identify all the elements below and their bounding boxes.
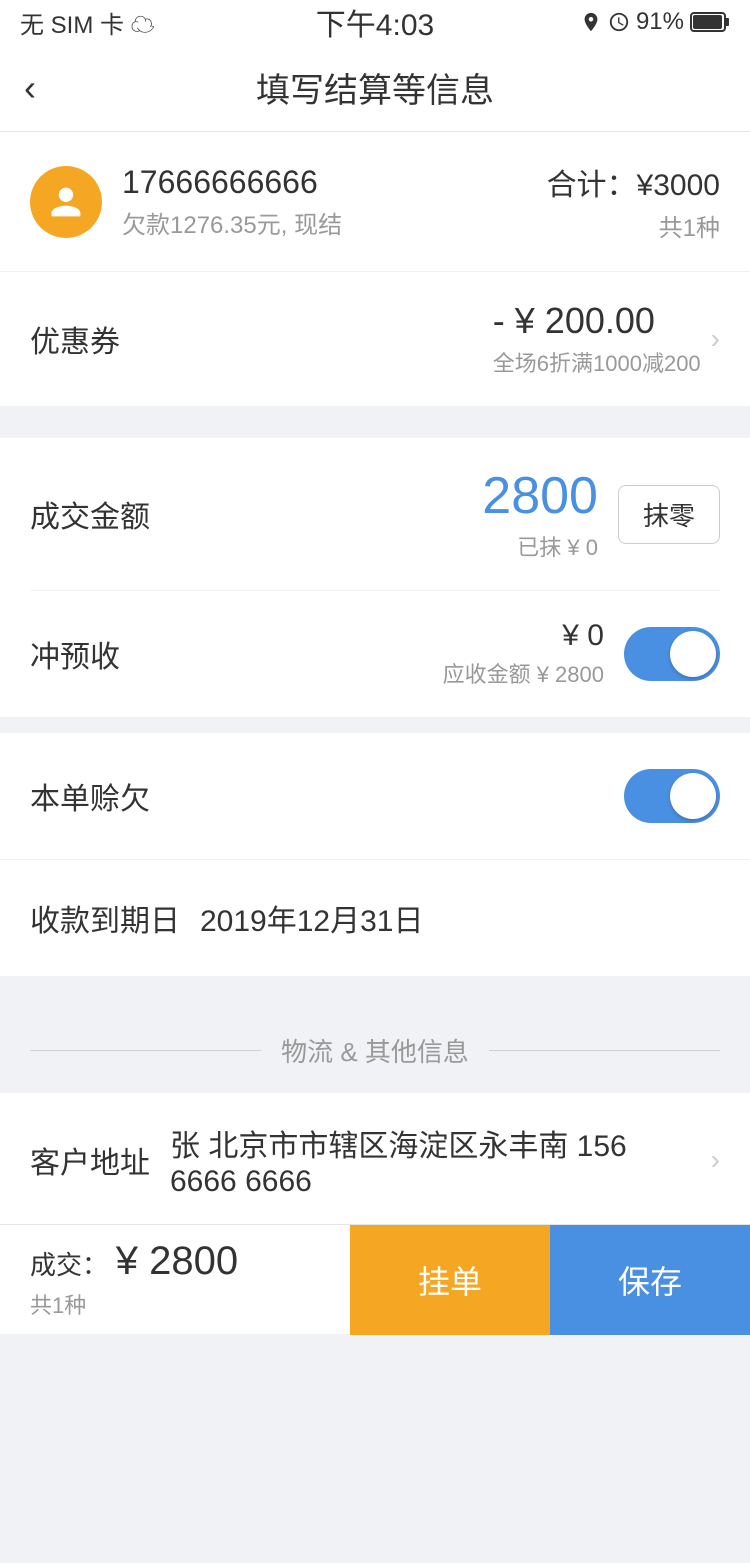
customer-count: 共1种 [547, 208, 720, 243]
amount-value: 2800 [482, 466, 598, 526]
logistics-label: 物流 & 其他信息 [281, 1032, 469, 1069]
due-date-row: 收款到期日 2019年12月31日 [0, 859, 750, 976]
address-label: 客户地址 [30, 1138, 150, 1182]
alarm-icon [608, 11, 630, 33]
coupon-amount: - ¥ 200.00 [493, 300, 701, 342]
customer-right: 合计：¥3000 共1种 [547, 160, 720, 243]
prereceive-right: ¥ 0 应收金额 ¥ 2800 [443, 619, 720, 689]
battery-icon [690, 11, 730, 33]
customer-debt: 欠款1276.35元, 现结 [122, 205, 342, 240]
save-button[interactable]: 保存 [550, 1225, 750, 1335]
chevron-right-icon: › [711, 1144, 720, 1176]
coupon-label: 优惠券 [30, 317, 120, 361]
prereceive-value: ¥ 0 [443, 619, 604, 653]
status-left: 无 SIM 卡 ☁ [20, 5, 155, 40]
customer-total: 合计：¥3000 [547, 160, 720, 204]
due-date-value: 2019年12月31日 [200, 896, 423, 940]
customer-card: 17666666666 欠款1276.35元, 现结 合计：¥3000 共1种 … [0, 132, 750, 406]
address-row[interactable]: 客户地址 张 北京市市辖区海淀区永丰南 156 6666 6666 › [0, 1093, 750, 1227]
nav-bar: ‹ 填写结算等信息 [0, 44, 750, 132]
prereceive-label: 冲预收 [30, 632, 120, 676]
due-date-label: 收款到期日 [30, 896, 180, 940]
header-line-right [489, 1050, 720, 1051]
bottom-summary: 成交： ¥ 2800 共1种 [0, 1239, 350, 1320]
customer-info: 17666666666 欠款1276.35元, 现结 [122, 164, 342, 240]
back-button[interactable]: ‹ [24, 67, 36, 109]
amount-label: 成交金额 [30, 492, 150, 536]
round-zero-button[interactable]: 抹零 [618, 485, 720, 544]
prereceive-sub: 应收金额 ¥ 2800 [443, 657, 604, 689]
debt-card: 本单赊欠 收款到期日 2019年12月31日 [0, 733, 750, 976]
chevron-right-icon: › [711, 323, 720, 355]
toggle-knob [670, 631, 716, 677]
amount-right: 2800 已抹 ¥ 0 抹零 [482, 466, 720, 562]
separator-3 [0, 992, 750, 1008]
amount-value-wrap: 2800 已抹 ¥ 0 [482, 466, 598, 562]
address-value: 张 北京市市辖区海淀区永丰南 156 6666 6666 [170, 1121, 691, 1199]
address-card: 客户地址 张 北京市市辖区海淀区永丰南 156 6666 6666 › [0, 1093, 750, 1227]
location-icon [580, 11, 602, 33]
avatar [30, 166, 102, 238]
debt-row: 本单赊欠 [0, 733, 750, 859]
bottom-deal-label: 成交： [30, 1250, 108, 1280]
prereceive-row: 冲预收 ¥ 0 应收金额 ¥ 2800 [0, 591, 750, 717]
amount-row: 成交金额 2800 已抹 ¥ 0 抹零 [30, 438, 720, 591]
customer-row: 17666666666 欠款1276.35元, 现结 合计：¥3000 共1种 [0, 132, 750, 271]
prereceive-value-wrap: ¥ 0 应收金额 ¥ 2800 [443, 619, 604, 689]
prereceive-toggle[interactable] [624, 627, 720, 681]
bottom-bar: 成交： ¥ 2800 共1种 挂单 保存 [0, 1224, 750, 1334]
no-sim-label: 无 SIM 卡 ☁ [20, 5, 155, 40]
logistics-section-header: 物流 & 其他信息 [0, 1008, 750, 1093]
coupon-row[interactable]: 优惠券 - ¥ 200.00 全场6折满1000减200 › [0, 271, 750, 406]
status-bar: 无 SIM 卡 ☁ 下午4:03 91% [0, 0, 750, 44]
status-time: 下午4:03 [316, 0, 434, 44]
customer-phone: 17666666666 [122, 164, 342, 201]
debt-toggle[interactable] [624, 769, 720, 823]
coupon-right: - ¥ 200.00 全场6折满1000减200 › [493, 300, 720, 378]
bottom-count: 共1种 [30, 1288, 320, 1320]
amount-sub: 已抹 ¥ 0 [482, 530, 598, 562]
coupon-info: - ¥ 200.00 全场6折满1000减200 [493, 300, 701, 378]
amount-section: 成交金额 2800 已抹 ¥ 0 抹零 [0, 438, 750, 591]
bottom-amount: ¥ 2800 [116, 1239, 238, 1283]
status-right: 91% [580, 8, 730, 36]
pending-button[interactable]: 挂单 [350, 1225, 550, 1335]
customer-left: 17666666666 欠款1276.35元, 现结 [30, 164, 342, 240]
coupon-desc: 全场6折满1000减200 [493, 346, 701, 378]
separator-1 [0, 422, 750, 438]
debt-label: 本单赊欠 [30, 774, 150, 818]
content-area: 17666666666 欠款1276.35元, 现结 合计：¥3000 共1种 … [0, 132, 750, 1563]
debt-toggle-knob [670, 773, 716, 819]
bottom-deal-row: 成交： ¥ 2800 [30, 1239, 320, 1284]
page-title: 填写结算等信息 [256, 63, 494, 112]
battery-label: 91% [636, 8, 684, 36]
separator-2 [0, 717, 750, 733]
header-line-left [30, 1050, 261, 1051]
